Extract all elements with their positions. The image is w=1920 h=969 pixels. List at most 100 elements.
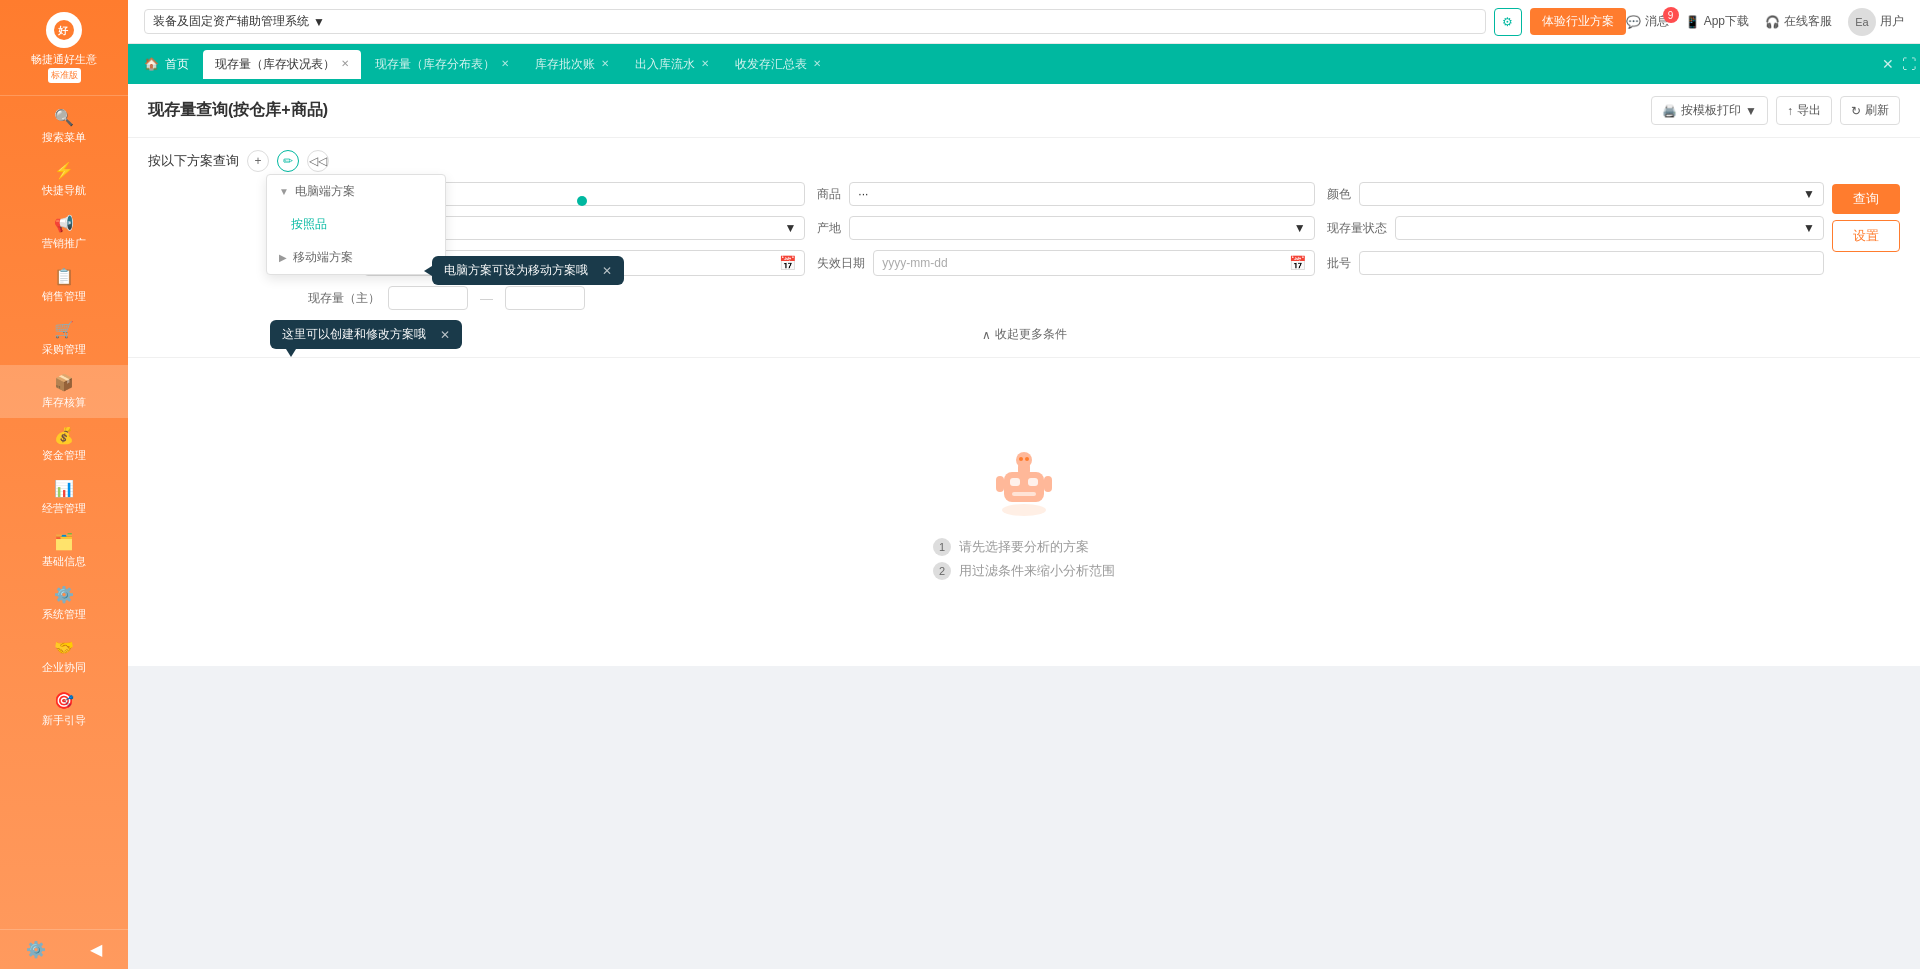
filter-group-stock-status: 现存量状态 ▼: [1327, 216, 1824, 240]
top-header: 装备及固定资产辅助管理系统 ▼ ⚙ 体验行业方案 💬 9 消息 📱 App下载 …: [128, 0, 1920, 44]
tab-maximize-btn[interactable]: ⛶: [1902, 56, 1916, 72]
sidebar-item-operation[interactable]: 📊 经营管理: [0, 471, 128, 524]
scheme-parent-pc[interactable]: ▼ 电脑端方案: [267, 175, 445, 208]
search-icon: 🔍: [54, 108, 74, 127]
home-icon: 🏠: [144, 57, 159, 71]
settings-gear-icon[interactable]: ⚙: [1494, 8, 1522, 36]
filter-group-stock-main: 现存量（主） —: [308, 286, 1824, 310]
filter-group-expire-date: 失效日期 yyyy-mm-dd 📅: [817, 250, 1314, 276]
svg-rect-5: [1028, 478, 1038, 486]
filter-group-color: 颜色 ▼: [1327, 182, 1824, 206]
collapse-btn[interactable]: ◀: [90, 940, 102, 959]
app-download-action[interactable]: 📱 App下载: [1685, 13, 1749, 30]
chevron-down-origin: ▼: [1294, 221, 1306, 235]
filter-group-batch: 批号: [1327, 251, 1824, 275]
edit-scheme-btn[interactable]: ✏: [277, 150, 299, 172]
chevron-down-stock: ▼: [1803, 221, 1815, 235]
tab-close-in-out-flow[interactable]: ✕: [701, 59, 709, 69]
add-scheme-btn[interactable]: +: [247, 150, 269, 172]
expire-date-input[interactable]: yyyy-mm-dd 📅: [873, 250, 1314, 276]
batch-input[interactable]: [1359, 251, 1824, 275]
sidebar-item-quick[interactable]: ⚡ 快捷导航: [0, 153, 128, 206]
content-panel: 现存量查询(按仓库+商品) 🖨️ 按模板打印 ▼ ↑ 导出 ↻ 刷新: [128, 84, 1920, 666]
page-title-bar: 现存量查询(按仓库+商品) 🖨️ 按模板打印 ▼ ↑ 导出 ↻ 刷新: [128, 84, 1920, 138]
sidebar-item-purchase[interactable]: 🛒 采购管理: [0, 312, 128, 365]
tab-close-inventory-status[interactable]: ✕: [341, 59, 349, 69]
online-support-action[interactable]: 🎧 在线客服: [1765, 13, 1832, 30]
experience-button[interactable]: 体验行业方案: [1530, 8, 1626, 35]
svg-rect-4: [1010, 478, 1020, 486]
back-scheme-btn[interactable]: ◁◁: [307, 150, 329, 172]
tab-close-receipt-summary[interactable]: ✕: [813, 59, 821, 69]
sidebar-item-marketing[interactable]: 📢 营销推广: [0, 206, 128, 259]
filter-row-2: 尺码 ▼ 产地 ▼: [308, 216, 1824, 240]
purchase-icon: 🛒: [54, 320, 74, 339]
sidebar-item-system[interactable]: ⚙️ 系统管理: [0, 577, 128, 630]
tab-close-inventory-dist[interactable]: ✕: [501, 59, 509, 69]
tab-receipt-summary[interactable]: 收发存汇总表 ✕: [723, 50, 833, 79]
sidebar-item-guide[interactable]: 🎯 新手引导: [0, 683, 128, 736]
avatar: Ea: [1848, 8, 1876, 36]
filter-header: 按以下方案查询 + ✏ ◁◁ ▼ 电脑端方案: [148, 150, 1900, 172]
scheme-child-byproduct[interactable]: 按照品: [267, 208, 445, 241]
user-action[interactable]: Ea 用户: [1848, 8, 1904, 36]
inventory-icon: 📦: [54, 373, 74, 392]
refresh-button[interactable]: ↻ 刷新: [1840, 96, 1900, 125]
tab-batch-account[interactable]: 库存批次账 ✕: [523, 50, 621, 79]
expire-date-label: 失效日期: [817, 255, 865, 272]
tooltip-create-close[interactable]: ✕: [440, 328, 450, 342]
settings-btn[interactable]: ⚙️: [26, 940, 46, 959]
color-label: 颜色: [1327, 186, 1351, 203]
notification-action[interactable]: 💬 9 消息: [1626, 13, 1669, 30]
sidebar-bottom: ⚙️ ◀: [0, 929, 128, 969]
logo-icon: 好: [46, 12, 82, 48]
svg-point-10: [1025, 457, 1029, 461]
arrow-left-icon: ◁◁: [309, 154, 327, 168]
tab-close-all-btn[interactable]: ✕: [1882, 56, 1894, 72]
sidebar-item-inventory[interactable]: 📦 库存核算: [0, 365, 128, 418]
filter-area: 按以下方案查询 + ✏ ◁◁ ▼ 电脑端方案: [128, 138, 1920, 358]
notification-badge: 9: [1663, 7, 1679, 23]
tab-inventory-dist[interactable]: 现存量（库存分布表） ✕: [363, 50, 521, 79]
origin-select[interactable]: ▼: [849, 216, 1314, 240]
batch-label: 批号: [1327, 255, 1351, 272]
template-chevron-icon: ▼: [1745, 104, 1757, 118]
sidebar-item-basic[interactable]: 🗂️ 基础信息: [0, 524, 128, 577]
calendar-produce-icon: 📅: [779, 255, 796, 271]
tab-in-out-flow[interactable]: 出入库流水 ✕: [623, 50, 721, 79]
svg-rect-3: [1004, 472, 1044, 502]
marketing-icon: 📢: [54, 214, 74, 233]
tooltip-scheme-close[interactable]: ✕: [602, 264, 612, 278]
sidebar-item-search[interactable]: 🔍 搜索菜单: [0, 100, 128, 153]
svg-rect-11: [996, 476, 1004, 492]
scheme-parent-mobile[interactable]: ▶ 移动端方案: [267, 241, 445, 274]
search-button[interactable]: 查询: [1832, 184, 1900, 214]
stock-status-select[interactable]: ▼: [1395, 216, 1824, 240]
sales-icon: 📋: [54, 267, 74, 286]
sidebar-item-sales[interactable]: 📋 销售管理: [0, 259, 128, 312]
tab-bar: 🏠 首页 现存量（库存状况表） ✕ 现存量（库存分布表） ✕ 库存批次账 ✕ 出…: [128, 44, 1920, 84]
page-title: 现存量查询(按仓库+商品): [148, 100, 328, 121]
set-button[interactable]: 设置: [1832, 220, 1900, 252]
sidebar-item-finance[interactable]: 💰 资金管理: [0, 418, 128, 471]
scheme-dropdown: ▼ 电脑端方案 按照品 ▶ 移动端方案: [266, 174, 446, 275]
tab-inventory-status[interactable]: 现存量（库存状况表） ✕: [203, 50, 361, 79]
filter-row-4: 现存量（主） —: [308, 286, 1824, 310]
product-select[interactable]: ···: [849, 182, 1314, 206]
page-actions: 🖨️ 按模板打印 ▼ ↑ 导出 ↻ 刷新: [1651, 96, 1900, 125]
tab-home[interactable]: 🏠 首页: [132, 50, 201, 79]
pencil-icon: ✏: [283, 154, 293, 168]
tab-close-batch-account[interactable]: ✕: [601, 59, 609, 69]
system-select[interactable]: 装备及固定资产辅助管理系统 ▼: [144, 9, 1486, 34]
system-icon: ⚙️: [54, 585, 74, 604]
template-print-button[interactable]: 🖨️ 按模板打印 ▼: [1651, 96, 1768, 125]
export-button[interactable]: ↑ 导出: [1776, 96, 1832, 125]
origin-label: 产地: [817, 220, 841, 237]
product-label: 商品: [817, 186, 841, 203]
sidebar-item-enterprise[interactable]: 🤝 企业协同: [0, 630, 128, 683]
stock-main-min[interactable]: [388, 286, 468, 310]
color-select[interactable]: ▼: [1359, 182, 1824, 206]
stock-main-max[interactable]: [505, 286, 585, 310]
finance-icon: 💰: [54, 426, 74, 445]
sidebar-logo: 好 畅捷通好生意 标准版: [0, 0, 128, 96]
